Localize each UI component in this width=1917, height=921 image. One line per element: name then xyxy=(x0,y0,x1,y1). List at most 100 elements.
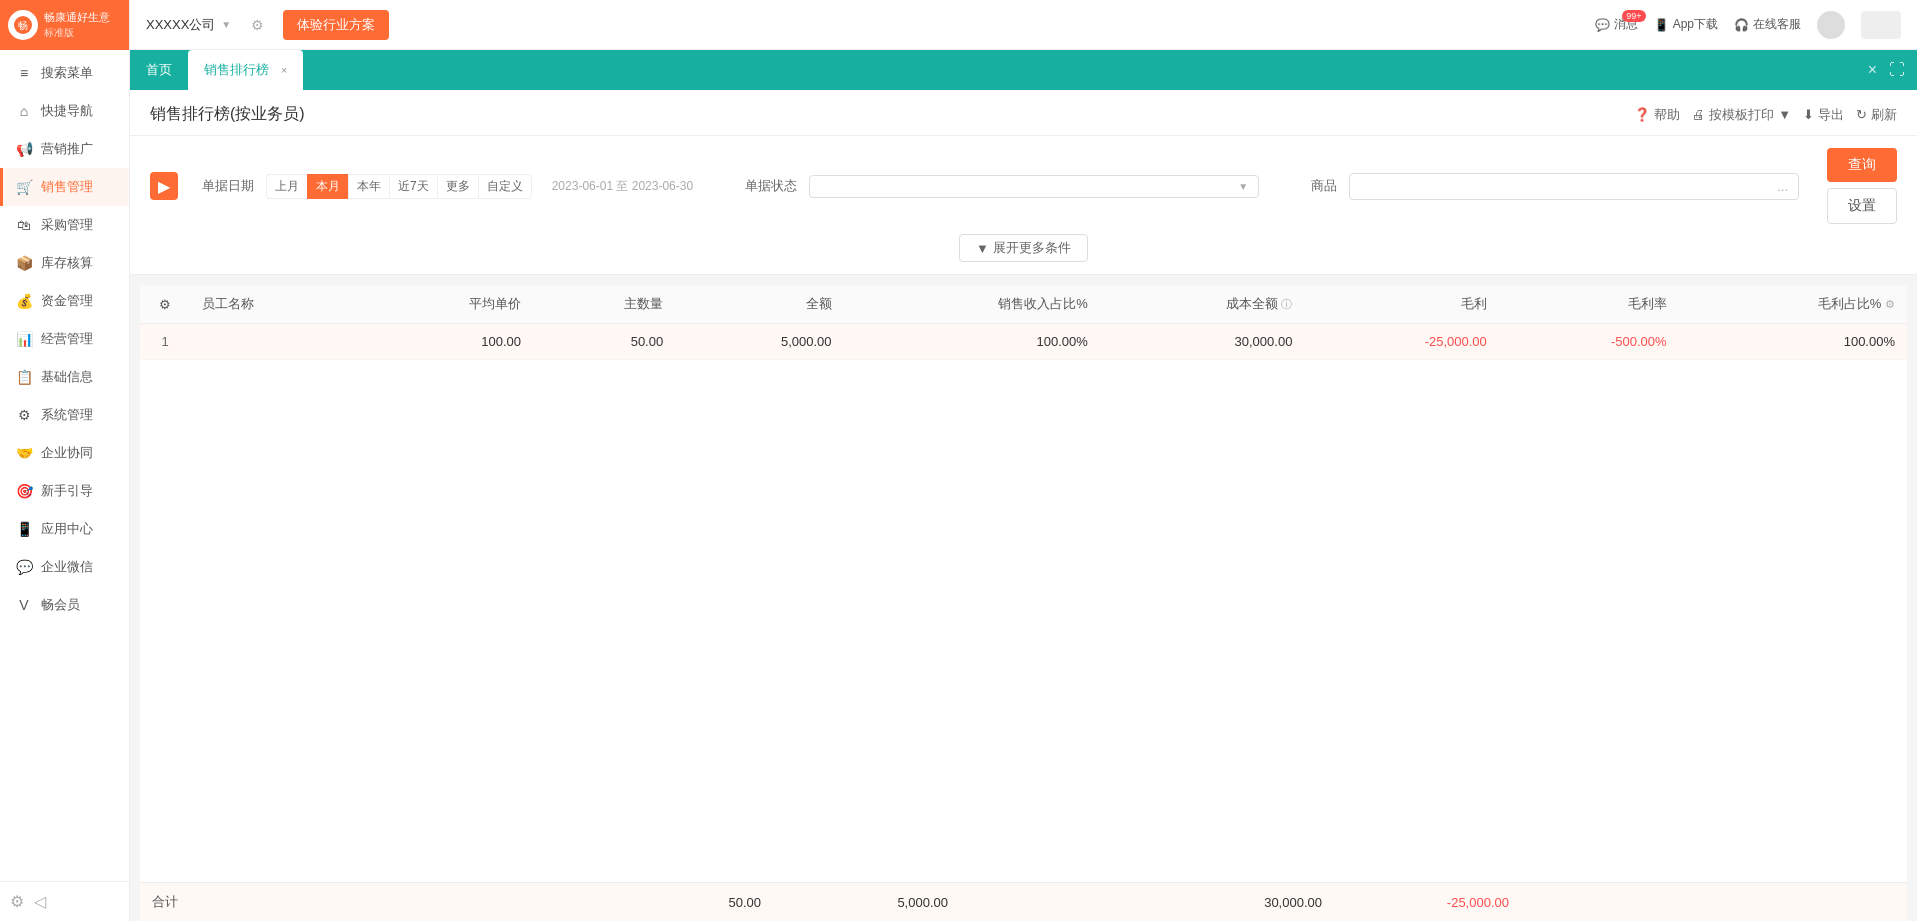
sidebar-item-finance[interactable]: 💰 资金管理 xyxy=(0,282,129,320)
cell-rank: 1 xyxy=(140,324,190,360)
col-sales-ratio: 销售收入占比% xyxy=(844,285,1100,324)
app-download-icon: 📱 xyxy=(1654,18,1669,32)
message-icon: 💬 xyxy=(1595,18,1610,32)
collab-icon: 🤝 xyxy=(15,444,33,462)
message-button[interactable]: 💬 消息 99+ xyxy=(1595,16,1638,33)
col-total-amount: 全额 xyxy=(675,285,843,324)
search-menu-icon: ≡ xyxy=(15,64,33,82)
filter-expand-arrow[interactable]: ▶ xyxy=(150,172,178,200)
sidebar-item-guide[interactable]: 🎯 新手引导 xyxy=(0,472,129,510)
guide-icon: 🎯 xyxy=(15,482,33,500)
system-icon: ⚙ xyxy=(15,406,33,424)
sidebar-item-label: 库存核算 xyxy=(41,254,93,272)
sidebar-item-system[interactable]: ⚙ 系统管理 xyxy=(0,396,129,434)
col-gross-margin: 毛利率 xyxy=(1499,285,1679,324)
main-content: 销售排行榜(按业务员) ❓ 帮助 🖨 按模板打印 ▼ ⬇ 导出 ↻ 刷新 xyxy=(130,90,1917,921)
table-footer: 合计 50.00 5,000.00 30,000.00 -25,000.00 xyxy=(140,882,1907,921)
purchase-icon: 🛍 xyxy=(15,216,33,234)
date-tab-more[interactable]: 更多 xyxy=(437,174,478,199)
page-actions: ❓ 帮助 🖨 按模板打印 ▼ ⬇ 导出 ↻ 刷新 xyxy=(1634,106,1897,134)
goods-input[interactable]: ... xyxy=(1349,173,1799,200)
col-avg-price: 平均单价 xyxy=(362,285,534,324)
sidebar-item-quick-nav[interactable]: ⌂ 快捷导航 xyxy=(0,92,129,130)
sidebar-item-member[interactable]: V 畅会员 xyxy=(0,586,129,624)
col-gross-profit: 毛利 xyxy=(1304,285,1498,324)
date-tab-last-month[interactable]: 上月 xyxy=(266,174,307,199)
sidebar-item-label: 基础信息 xyxy=(41,368,93,386)
print-button[interactable]: 🖨 按模板打印 ▼ xyxy=(1692,106,1791,124)
footer-sales-ratio xyxy=(960,895,1147,910)
status-select[interactable]: ▼ xyxy=(809,175,1259,198)
export-button[interactable]: ⬇ 导出 xyxy=(1803,106,1844,124)
sidebar-item-sales[interactable]: 🛒 销售管理 xyxy=(0,168,129,206)
footer-total-label: 合计 xyxy=(152,893,212,911)
date-tab-custom[interactable]: 自定义 xyxy=(478,174,532,199)
sidebar-item-marketing[interactable]: 📢 营销推广 xyxy=(0,130,129,168)
window-expand-icon[interactable]: ⛶ xyxy=(1889,61,1905,79)
finance-icon: 💰 xyxy=(15,292,33,310)
user-name-placeholder xyxy=(1861,11,1901,39)
footer-gross-margin xyxy=(1521,895,1708,910)
cell-cost-amount: 30,000.00 xyxy=(1100,324,1305,360)
online-service-button[interactable]: 🎧 在线客服 xyxy=(1734,16,1801,33)
footer-cost-amount: 30,000.00 xyxy=(1147,895,1334,910)
print-icon: 🖨 xyxy=(1692,107,1705,122)
refresh-button[interactable]: ↻ 刷新 xyxy=(1856,106,1897,124)
table-row: 1 100.00 50.00 5,000.00 100.00% 30,000.0… xyxy=(140,324,1907,360)
tab-home[interactable]: 首页 xyxy=(130,50,188,90)
sidebar-item-label: 畅会员 xyxy=(41,596,80,614)
goods-label: 商品 xyxy=(1311,177,1337,195)
collapse-icon[interactable]: ◁ xyxy=(34,892,46,911)
cell-gross-ratio: 100.00% xyxy=(1679,324,1907,360)
logo-icon: 畅 xyxy=(8,10,38,40)
date-range: 2023-06-01 至 2023-06-30 xyxy=(552,178,693,195)
col-gross-ratio: 毛利占比% ⚙ xyxy=(1679,285,1907,324)
sidebar-nav: ≡ 搜索菜单 ⌂ 快捷导航 📢 营销推广 🛒 销售管理 🛍 采购管理 📦 库存核… xyxy=(0,50,129,881)
sidebar-item-search[interactable]: ≡ 搜索菜单 xyxy=(0,54,129,92)
col-settings-icon: ⚙ xyxy=(159,297,171,312)
footer-total-amount: 5,000.00 xyxy=(773,895,960,910)
sidebar-item-basic[interactable]: 📋 基础信息 xyxy=(0,358,129,396)
top-header: XXXXX公司 ▼ ⚙ 体验行业方案 💬 消息 99+ 📱 App下载 🎧 在线… xyxy=(130,0,1917,50)
cell-name xyxy=(190,324,362,360)
query-button[interactable]: 查询 xyxy=(1827,148,1897,182)
sidebar-item-operation[interactable]: 📊 经营管理 xyxy=(0,320,129,358)
company-selector[interactable]: XXXXX公司 ▼ xyxy=(146,16,231,34)
sidebar-item-app-center[interactable]: 📱 应用中心 xyxy=(0,510,129,548)
online-service-label: 在线客服 xyxy=(1753,16,1801,33)
settings-button[interactable]: 设置 xyxy=(1827,188,1897,224)
help-button[interactable]: ❓ 帮助 xyxy=(1634,106,1680,124)
trial-button[interactable]: 体验行业方案 xyxy=(283,10,389,40)
app-download-button[interactable]: 📱 App下载 xyxy=(1654,16,1718,33)
window-close-icon[interactable]: × xyxy=(1868,61,1877,79)
tab-sales-ranking[interactable]: 销售排行榜 × xyxy=(188,50,303,90)
date-label: 单据日期 xyxy=(202,177,254,195)
sidebar-item-label: 企业协同 xyxy=(41,444,93,462)
sidebar-item-purchase[interactable]: 🛍 采购管理 xyxy=(0,206,129,244)
refresh-icon: ↻ xyxy=(1856,107,1867,122)
logo-subtitle: 标准版 xyxy=(44,26,110,40)
col-name: 员工名称 xyxy=(190,285,362,324)
date-tabs: 上月 本月 本年 近7天 更多 自定义 xyxy=(266,174,532,199)
date-tab-7days[interactable]: 近7天 xyxy=(389,174,437,199)
sidebar-item-wecom[interactable]: 💬 企业微信 xyxy=(0,548,129,586)
tab-close-icon[interactable]: × xyxy=(281,64,287,76)
svg-text:畅: 畅 xyxy=(18,20,28,31)
member-icon: V xyxy=(15,596,33,614)
date-tab-this-month[interactable]: 本月 xyxy=(307,174,348,199)
col-settings[interactable]: ⚙ xyxy=(140,285,190,324)
sidebar-item-inventory[interactable]: 📦 库存核算 xyxy=(0,244,129,282)
sidebar-item-collab[interactable]: 🤝 企业协同 xyxy=(0,434,129,472)
export-icon: ⬇ xyxy=(1803,107,1814,122)
message-badge: 99+ xyxy=(1622,10,1645,22)
goods-more-icon[interactable]: ... xyxy=(1777,179,1788,194)
date-tab-this-year[interactable]: 本年 xyxy=(348,174,389,199)
company-name: XXXXX公司 xyxy=(146,16,215,34)
footer-avg-price xyxy=(399,895,586,910)
data-table: ⚙ 员工名称 平均单价 主数量 全额 销售收入占比% 成本全额 ⓘ 毛利 毛利率… xyxy=(140,285,1907,360)
expand-conditions-button[interactable]: ▼ 展开更多条件 xyxy=(959,234,1088,262)
col-cost-amount: 成本全额 ⓘ xyxy=(1100,285,1305,324)
settings-icon[interactable]: ⚙ xyxy=(10,892,24,911)
gear-button[interactable]: ⚙ xyxy=(243,11,271,39)
avatar[interactable] xyxy=(1817,11,1845,39)
